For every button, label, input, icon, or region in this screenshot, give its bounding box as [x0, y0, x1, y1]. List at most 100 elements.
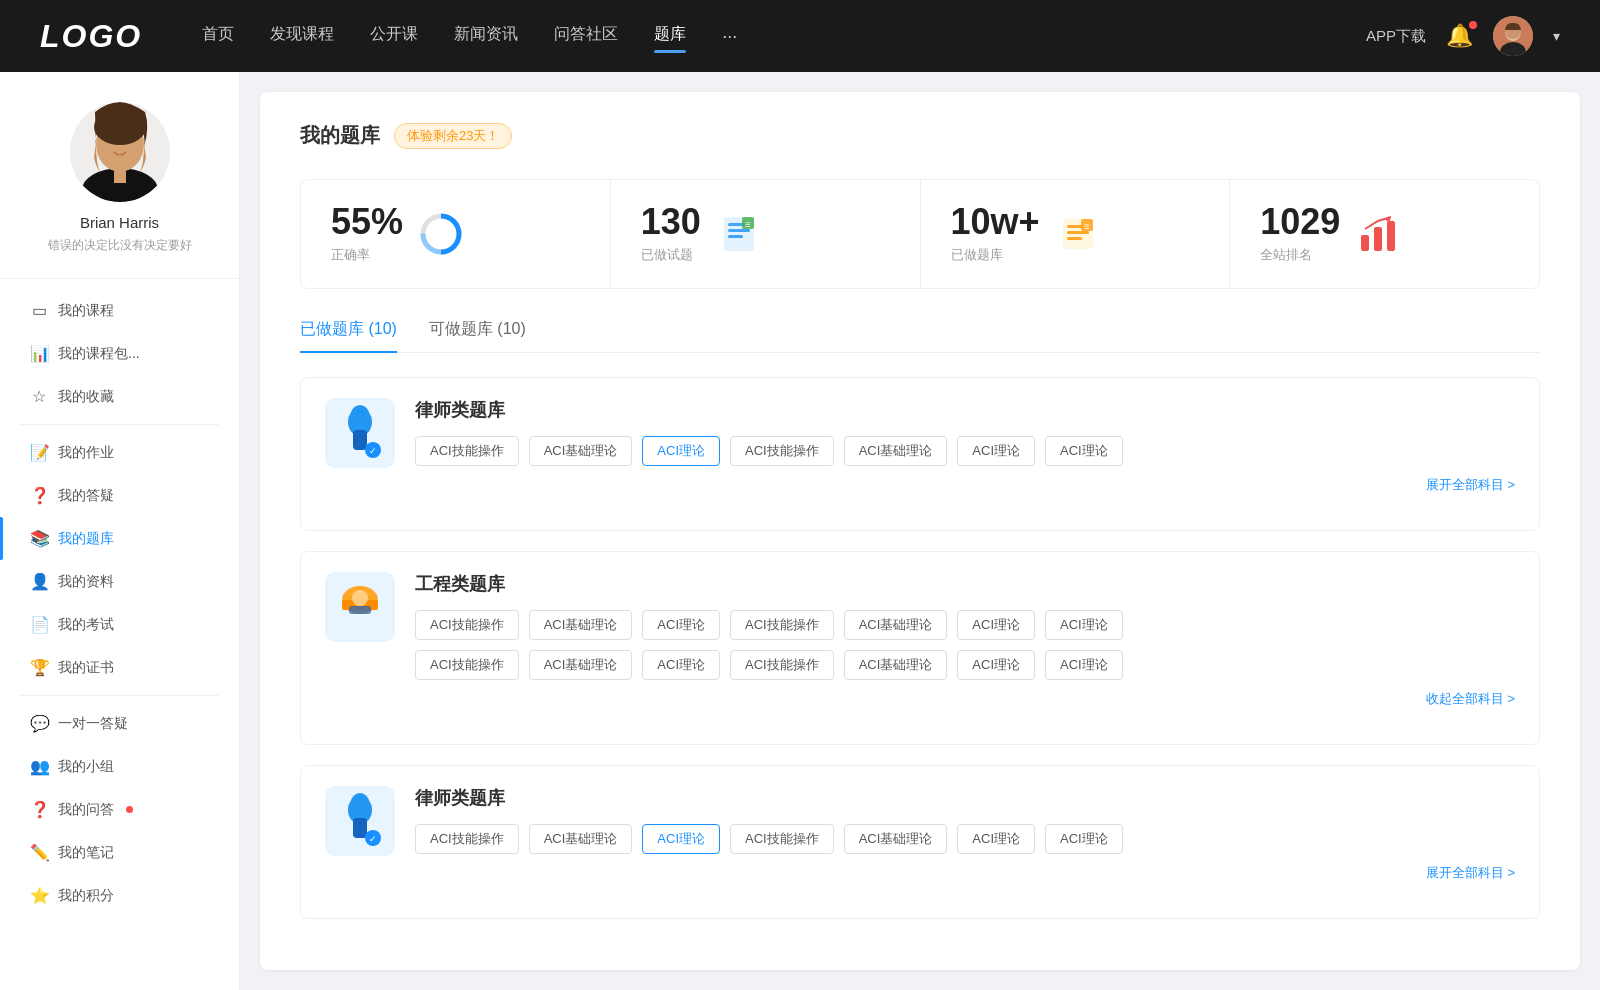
sidebar-label-quiz-bank: 我的题库: [58, 530, 114, 548]
sidebar-item-course-package[interactable]: 📊 我的课程包...: [0, 332, 239, 375]
tag-1-5[interactable]: ACI基础理论: [844, 436, 948, 466]
sidebar-item-exam[interactable]: 📄 我的考试: [0, 603, 239, 646]
tag-2-13[interactable]: ACI理论: [957, 650, 1035, 680]
sidebar-item-favorites[interactable]: ☆ 我的收藏: [0, 375, 239, 418]
sidebar-item-group[interactable]: 👥 我的小组: [0, 745, 239, 788]
sidebar-item-qa[interactable]: ❓ 我的答疑: [0, 474, 239, 517]
stat-done-banks: 10w+ 已做题库 ≡: [921, 180, 1231, 288]
stat-done-q-label: 已做试题: [641, 246, 701, 264]
expand-link-1[interactable]: 展开全部科目 >: [415, 476, 1515, 494]
tag-3-4[interactable]: ACI技能操作: [730, 824, 834, 854]
qbank-section-lawyer-2: ✓ 律师类题库 ACI技能操作 ACI基础理论 ACI理论 ACI技能操作 AC…: [300, 765, 1540, 919]
tag-1-4[interactable]: ACI技能操作: [730, 436, 834, 466]
stat-done-banks-value: 10w+: [951, 204, 1040, 240]
accuracy-chart-icon: [419, 212, 463, 256]
qa-icon: ❓: [30, 486, 48, 505]
avatar[interactable]: [1493, 16, 1533, 56]
sidebar-item-notes[interactable]: ✏️ 我的笔记: [0, 831, 239, 874]
sidebar-username: Brian Harris: [80, 214, 159, 231]
qbank-title-2: 工程类题库: [415, 572, 1515, 596]
qbank-section-2-header: 工程类题库 ACI技能操作 ACI基础理论 ACI理论 ACI技能操作 ACI基…: [325, 572, 1515, 708]
qbank-body-3: 律师类题库 ACI技能操作 ACI基础理论 ACI理论 ACI技能操作 ACI基…: [415, 786, 1515, 882]
done-banks-icon: ≡: [1056, 212, 1100, 256]
qbank-icon-lawyer-1: ✓: [325, 398, 395, 468]
svg-text:≡: ≡: [1084, 221, 1090, 232]
tag-2-7[interactable]: ACI理论: [1045, 610, 1123, 640]
tab-available[interactable]: 可做题库 (10): [429, 319, 526, 352]
tag-1-2[interactable]: ACI基础理论: [529, 436, 633, 466]
sidebar-item-my-course[interactable]: ▭ 我的课程: [0, 289, 239, 332]
nav-more[interactable]: ···: [722, 26, 737, 47]
tag-2-11[interactable]: ACI技能操作: [730, 650, 834, 680]
tag-2-3[interactable]: ACI理论: [642, 610, 720, 640]
sidebar-label-questions: 我的问答: [58, 801, 114, 819]
sidebar-item-certificate[interactable]: 🏆 我的证书: [0, 646, 239, 689]
tag-3-6[interactable]: ACI理论: [957, 824, 1035, 854]
nav-news[interactable]: 新闻资讯: [454, 24, 518, 49]
sidebar-item-profile[interactable]: 👤 我的资料: [0, 560, 239, 603]
notification-bell[interactable]: 🔔: [1446, 23, 1473, 49]
nav-quiz[interactable]: 题库: [654, 24, 686, 49]
nav-qa[interactable]: 问答社区: [554, 24, 618, 49]
tag-2-5[interactable]: ACI基础理论: [844, 610, 948, 640]
course-package-icon: 📊: [30, 344, 48, 363]
homework-icon: 📝: [30, 443, 48, 462]
tag-2-1[interactable]: ACI技能操作: [415, 610, 519, 640]
qbank-body-2: 工程类题库 ACI技能操作 ACI基础理论 ACI理论 ACI技能操作 ACI基…: [415, 572, 1515, 708]
trial-badge: 体验剩余23天！: [394, 123, 512, 149]
page-header: 我的题库 体验剩余23天！: [300, 122, 1540, 149]
tag-2-8[interactable]: ACI技能操作: [415, 650, 519, 680]
tag-3-2[interactable]: ACI基础理论: [529, 824, 633, 854]
exam-icon: 📄: [30, 615, 48, 634]
tag-1-7[interactable]: ACI理论: [1045, 436, 1123, 466]
sidebar-profile: Brian Harris 错误的决定比没有决定要好: [0, 102, 239, 279]
divider-2: [20, 695, 219, 696]
tag-2-12[interactable]: ACI基础理论: [844, 650, 948, 680]
tab-done[interactable]: 已做题库 (10): [300, 319, 397, 352]
sidebar-item-points[interactable]: ⭐ 我的积分: [0, 874, 239, 917]
group-icon: 👥: [30, 757, 48, 776]
stat-done-q-value: 130: [641, 204, 701, 240]
svg-rect-25: [1361, 235, 1369, 251]
tag-3-3[interactable]: ACI理论: [642, 824, 720, 854]
sidebar-label-group: 我的小组: [58, 758, 114, 776]
sidebar-label-course-package: 我的课程包...: [58, 345, 140, 363]
nav-discover[interactable]: 发现课程: [270, 24, 334, 49]
svg-point-39: [351, 793, 369, 811]
stat-accuracy: 55% 正确率: [301, 180, 611, 288]
stat-done-banks-info: 10w+ 已做题库: [951, 204, 1040, 264]
tag-1-6[interactable]: ACI理论: [957, 436, 1035, 466]
tag-2-2[interactable]: ACI基础理论: [529, 610, 633, 640]
tutoring-icon: 💬: [30, 714, 48, 733]
avatar-dropdown-arrow[interactable]: ▾: [1553, 28, 1560, 44]
page-layout: Brian Harris 错误的决定比没有决定要好 ▭ 我的课程 📊 我的课程包…: [0, 72, 1600, 990]
tag-2-14[interactable]: ACI理论: [1045, 650, 1123, 680]
sidebar-item-quiz-bank[interactable]: 📚 我的题库: [0, 517, 239, 560]
tag-2-6[interactable]: ACI理论: [957, 610, 1035, 640]
tag-2-9[interactable]: ACI基础理论: [529, 650, 633, 680]
tag-3-7[interactable]: ACI理论: [1045, 824, 1123, 854]
sidebar-label-my-course: 我的课程: [58, 302, 114, 320]
qbank-section-engineering: 工程类题库 ACI技能操作 ACI基础理论 ACI理论 ACI技能操作 ACI基…: [300, 551, 1540, 745]
app-download-link[interactable]: APP下载: [1366, 27, 1426, 46]
expand-link-3[interactable]: 展开全部科目 >: [415, 864, 1515, 882]
divider-1: [20, 424, 219, 425]
sidebar-item-questions[interactable]: ❓ 我的问答: [0, 788, 239, 831]
qbank-section-lawyer-1: ✓ 律师类题库 ACI技能操作 ACI基础理论 ACI理论 ACI技能操作 AC…: [300, 377, 1540, 531]
profile-icon: 👤: [30, 572, 48, 591]
navbar-right: APP下载 🔔 ▾: [1366, 16, 1560, 56]
stats-row: 55% 正确率 130 已做试题: [300, 179, 1540, 289]
sidebar-item-homework[interactable]: 📝 我的作业: [0, 431, 239, 474]
svg-point-37: [352, 590, 368, 606]
tag-3-5[interactable]: ACI基础理论: [844, 824, 948, 854]
nav-home[interactable]: 首页: [202, 24, 234, 49]
sidebar-item-tutoring[interactable]: 💬 一对一答疑: [0, 702, 239, 745]
sidebar-label-points: 我的积分: [58, 887, 114, 905]
tag-1-3[interactable]: ACI理论: [642, 436, 720, 466]
tag-1-1[interactable]: ACI技能操作: [415, 436, 519, 466]
tag-3-1[interactable]: ACI技能操作: [415, 824, 519, 854]
tag-2-4[interactable]: ACI技能操作: [730, 610, 834, 640]
nav-public[interactable]: 公开课: [370, 24, 418, 49]
collapse-link-2[interactable]: 收起全部科目 >: [415, 690, 1515, 708]
tag-2-10[interactable]: ACI理论: [642, 650, 720, 680]
